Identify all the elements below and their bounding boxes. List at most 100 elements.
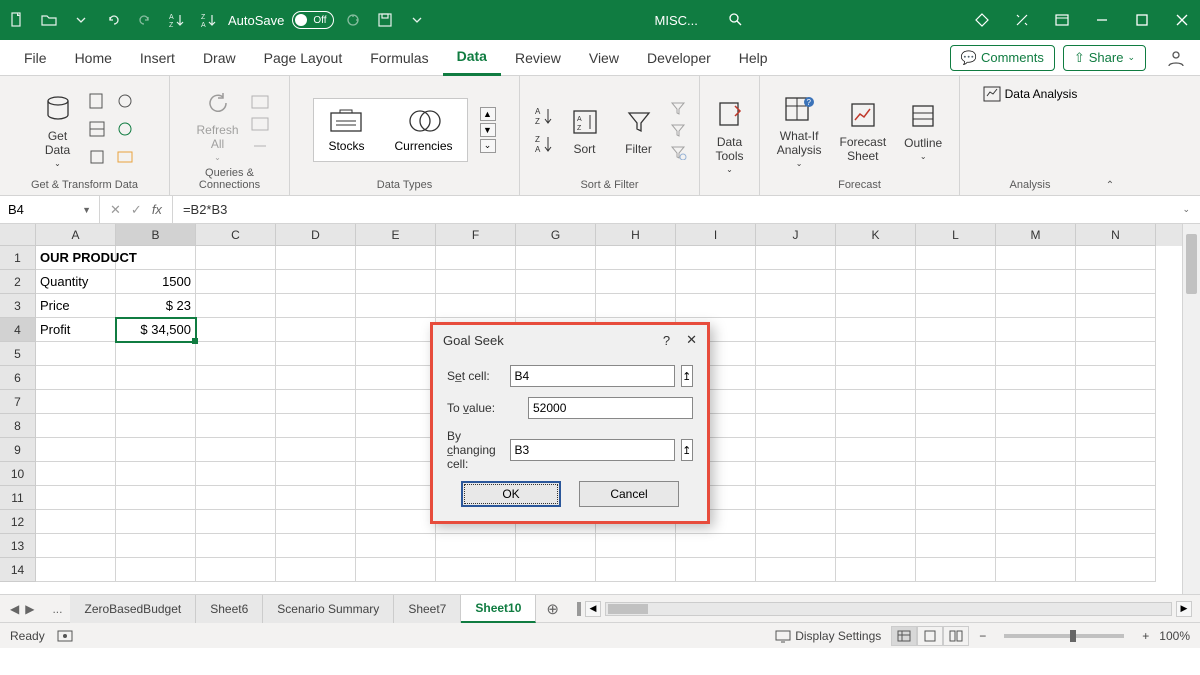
cell[interactable]	[596, 558, 676, 582]
cell[interactable]	[356, 366, 436, 390]
sheet-tab[interactable]: Scenario Summary	[263, 595, 394, 623]
cell[interactable]	[116, 438, 196, 462]
data-types-scroll[interactable]: ▲ ▼ ⌄	[480, 107, 496, 153]
edit-links-icon[interactable]	[251, 139, 269, 153]
cell[interactable]	[1076, 414, 1156, 438]
page-layout-view-button[interactable]	[917, 626, 943, 646]
cell[interactable]	[996, 462, 1076, 486]
cell[interactable]	[356, 438, 436, 462]
cell[interactable]	[756, 270, 836, 294]
cell[interactable]	[356, 390, 436, 414]
cell[interactable]	[196, 486, 276, 510]
magic-icon[interactable]	[1012, 10, 1032, 30]
cell[interactable]	[596, 534, 676, 558]
row-header[interactable]: 2	[0, 270, 36, 294]
share-button[interactable]: ⇧Share⌄	[1063, 45, 1146, 71]
cancel-formula-icon[interactable]: ✕	[110, 202, 121, 218]
formula-input[interactable]: =B2*B3⌄	[173, 196, 1200, 223]
cell[interactable]	[356, 246, 436, 270]
column-header[interactable]: B	[116, 224, 196, 246]
row-header[interactable]: 14	[0, 558, 36, 582]
cell[interactable]	[676, 294, 756, 318]
close-button[interactable]	[1172, 10, 1192, 30]
existing-conn-icon[interactable]	[88, 148, 108, 168]
cell[interactable]	[196, 366, 276, 390]
cell[interactable]	[1076, 438, 1156, 462]
by-changing-input[interactable]	[510, 439, 675, 461]
cell[interactable]	[596, 294, 676, 318]
cell[interactable]	[836, 246, 916, 270]
toggle-off-icon[interactable]: Off	[292, 11, 334, 29]
cell[interactable]	[836, 294, 916, 318]
save-icon[interactable]	[376, 11, 394, 29]
enter-formula-icon[interactable]: ✓	[131, 202, 142, 218]
zoom-in-button[interactable]: +	[1142, 629, 1149, 643]
scroll-up-icon[interactable]: ▲	[480, 107, 496, 121]
cell[interactable]	[916, 486, 996, 510]
cell[interactable]	[836, 534, 916, 558]
forecast-sheet-button[interactable]: Forecast Sheet	[833, 95, 892, 165]
cell[interactable]	[276, 486, 356, 510]
cell[interactable]: Quantity	[36, 270, 116, 294]
column-header[interactable]: C	[196, 224, 276, 246]
sync-icon[interactable]	[344, 11, 362, 29]
cell[interactable]	[596, 270, 676, 294]
macro-record-icon[interactable]	[57, 629, 73, 643]
zoom-slider[interactable]	[1004, 634, 1124, 638]
cell[interactable]	[916, 558, 996, 582]
cell[interactable]	[196, 246, 276, 270]
cell[interactable]	[1076, 246, 1156, 270]
row-header[interactable]: 13	[0, 534, 36, 558]
cell[interactable]	[1076, 294, 1156, 318]
cell[interactable]	[196, 390, 276, 414]
cell[interactable]	[276, 558, 356, 582]
from-table-icon[interactable]	[88, 120, 108, 140]
add-sheet-button[interactable]: ⊕	[536, 600, 569, 618]
row-header[interactable]: 6	[0, 366, 36, 390]
cell[interactable]	[916, 342, 996, 366]
cell[interactable]	[116, 486, 196, 510]
column-header[interactable]: D	[276, 224, 356, 246]
stocks-type[interactable]: Stocks	[328, 107, 364, 153]
cell[interactable]	[516, 294, 596, 318]
row-header[interactable]: 3	[0, 294, 36, 318]
range-picker-icon[interactable]: ↥	[681, 365, 693, 387]
sort-asc-icon[interactable]: AZ	[168, 11, 186, 29]
cell[interactable]	[916, 318, 996, 342]
cell[interactable]	[996, 294, 1076, 318]
cell[interactable]	[756, 486, 836, 510]
cell[interactable]	[996, 246, 1076, 270]
cell[interactable]	[916, 462, 996, 486]
cell[interactable]	[356, 294, 436, 318]
chevron-down-icon[interactable]: ⌄	[1182, 204, 1190, 215]
tab-insert[interactable]: Insert	[126, 40, 189, 76]
row-header[interactable]: 8	[0, 414, 36, 438]
sheet-nav-next-icon[interactable]: ▶	[25, 602, 34, 616]
select-all-corner[interactable]	[0, 224, 36, 246]
search-icon[interactable]	[728, 12, 744, 28]
cell[interactable]	[516, 246, 596, 270]
ok-button[interactable]: OK	[461, 481, 561, 507]
cell[interactable]	[196, 510, 276, 534]
cell[interactable]	[276, 462, 356, 486]
display-settings-button[interactable]: Display Settings	[775, 629, 881, 643]
column-header[interactable]: E	[356, 224, 436, 246]
cell[interactable]	[836, 270, 916, 294]
cell[interactable]	[836, 558, 916, 582]
cell[interactable]	[356, 414, 436, 438]
cell[interactable]	[916, 414, 996, 438]
data-tools-button[interactable]: Data Tools ⌄	[706, 95, 754, 176]
cell[interactable]	[756, 366, 836, 390]
cell[interactable]	[36, 558, 116, 582]
cell[interactable]	[36, 534, 116, 558]
cell[interactable]	[196, 318, 276, 342]
cell[interactable]	[756, 294, 836, 318]
cell[interactable]	[756, 318, 836, 342]
range-picker-icon[interactable]: ↥	[681, 439, 693, 461]
cancel-button[interactable]: Cancel	[579, 481, 679, 507]
cell[interactable]	[756, 390, 836, 414]
cell[interactable]: $ 23	[116, 294, 196, 318]
cell[interactable]	[996, 390, 1076, 414]
sheet-overflow[interactable]: ...	[44, 602, 70, 616]
chevron-down-icon[interactable]: ▼	[82, 205, 91, 215]
